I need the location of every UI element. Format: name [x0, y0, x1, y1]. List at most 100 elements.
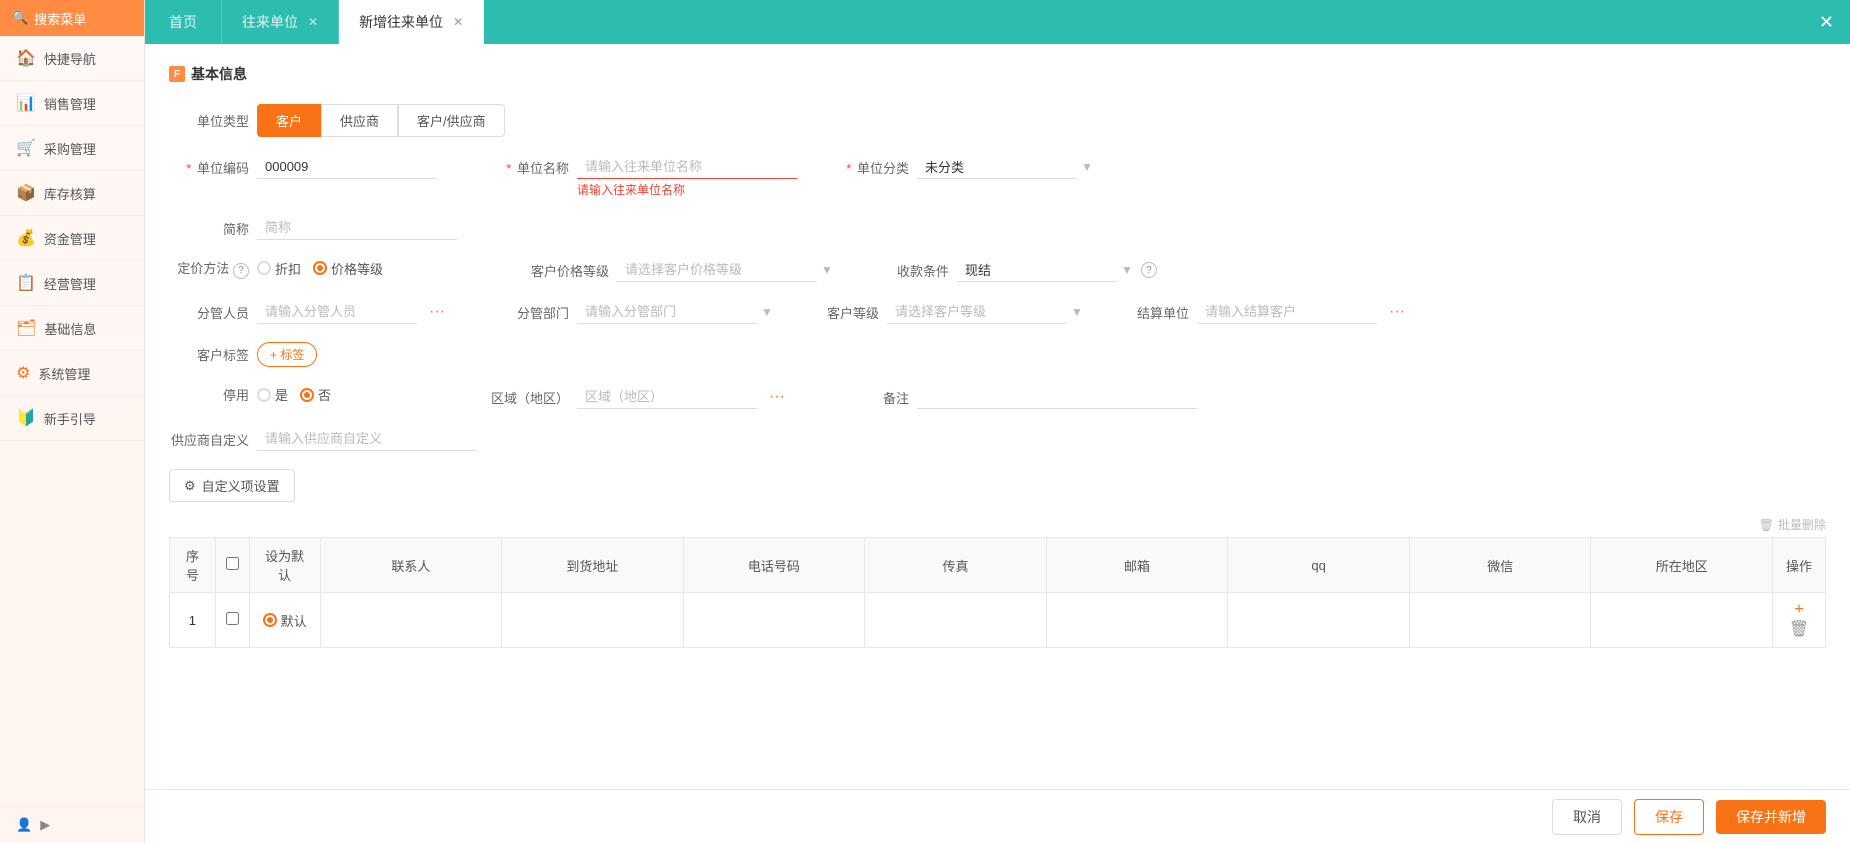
sidebar: 🔍 搜索菜单 🏠 快捷导航 📊 销售管理 🛒 采购管理 📦 库存核算 💰 资金管… [0, 0, 145, 843]
close-all-tabs[interactable]: ✕ [1819, 12, 1834, 33]
customer-price-input[interactable] [617, 258, 817, 282]
sidebar-search[interactable]: 🔍 搜索菜单 [0, 0, 144, 36]
save-new-button[interactable]: 保存并新增 [1716, 800, 1826, 834]
payment-terms-help-icon[interactable]: ? [1141, 262, 1157, 278]
manager-label: 分管人员 [169, 303, 249, 322]
sidebar-item-label: 销售管理 [44, 94, 96, 113]
sidebar-item-inventory[interactable]: 📦 库存核算 [0, 171, 144, 216]
row-delete-btn[interactable]: 🗑 [1789, 619, 1809, 639]
tab-new-partner[interactable]: 新增往来单位 ✕ [339, 0, 484, 44]
row-qq [1228, 593, 1410, 648]
department-label: 分管部门 [489, 303, 569, 322]
col-phone: 电话号码 [683, 538, 865, 593]
cancel-button[interactable]: 取消 [1552, 799, 1622, 835]
sidebar-item-label: 新手引导 [44, 409, 96, 428]
row-email-input[interactable] [1057, 613, 1218, 628]
disabled-radio-yes[interactable]: 是 [257, 385, 288, 404]
department-input[interactable] [577, 300, 757, 324]
unit-name-col: * 单位名称 请输入往来单位名称 [469, 155, 809, 198]
supplier-custom-row: 供应商自定义 [169, 427, 1826, 451]
row-contact-input[interactable] [331, 613, 492, 628]
sidebar-item-label: 系统管理 [38, 364, 90, 383]
tab-partners[interactable]: 往来单位 ✕ [222, 0, 339, 44]
pricing-help-icon[interactable]: ? [233, 263, 249, 279]
col-index: 序号 [170, 538, 216, 593]
unit-code-input[interactable] [257, 155, 437, 179]
tab-new-partner-close[interactable]: ✕ [453, 15, 463, 29]
unit-type-both-btn[interactable]: 客户/供应商 [398, 104, 505, 137]
col-address: 到货地址 [502, 538, 684, 593]
manager-ellipsis-btn[interactable]: ··· [425, 303, 449, 321]
short-name-input[interactable] [257, 216, 457, 240]
pricing-radio-discount[interactable]: 折扣 [257, 259, 301, 278]
sidebar-item-basic[interactable]: 🗂 基础信息 [0, 306, 144, 351]
radio-no-circle [300, 388, 314, 402]
department-select-wrapper: ▼ [577, 300, 773, 324]
select-all-checkbox[interactable] [226, 557, 239, 570]
sidebar-item-sales[interactable]: 📊 销售管理 [0, 81, 144, 126]
pricing-radio-price-level[interactable]: 价格等级 [313, 259, 383, 278]
sidebar-item-guide[interactable]: 🔰 新手引导 [0, 396, 144, 441]
bottom-bar: 取消 保存 保存并新增 [145, 789, 1850, 843]
col-wechat: 微信 [1409, 538, 1591, 593]
customer-level-field: 客户等级 ▼ [779, 300, 1089, 324]
region-ellipsis-btn[interactable]: ··· [765, 388, 789, 406]
customer-tag-field: 客户标签 + 标签 [169, 342, 1826, 367]
batch-delete-area: 🗑 批量删除 [169, 516, 1826, 533]
department-field: 分管部门 ▼ [469, 300, 779, 324]
inventory-icon: 📦 [16, 183, 36, 203]
row-checkbox-input[interactable] [226, 612, 239, 625]
sidebar-item-operations[interactable]: 📋 经营管理 [0, 261, 144, 306]
settlement-unit-ellipsis-btn[interactable]: ··· [1385, 303, 1409, 321]
row-phone-input[interactable] [694, 613, 855, 628]
region-input[interactable] [577, 385, 757, 409]
row-email [1046, 593, 1228, 648]
row-fax [865, 593, 1047, 648]
pricing-method-field: 定价方法 ? 折扣 价格等级 [169, 258, 509, 279]
customer-tag-label: 客户标签 [169, 345, 249, 364]
supplier-custom-input[interactable] [257, 427, 477, 451]
unit-category-select-wrapper[interactable]: ▼ [917, 155, 1093, 179]
row-ops: + 🗑 [1773, 593, 1826, 648]
row-default-radio[interactable]: 默认 [260, 611, 310, 630]
unit-name-input[interactable] [577, 155, 797, 179]
tab-home[interactable]: 首页 [145, 0, 222, 44]
manager-field: 分管人员 ··· [169, 300, 469, 324]
remark-field: 备注 [809, 385, 1826, 409]
sidebar-item-finance[interactable]: 💰 资金管理 [0, 216, 144, 261]
manager-input[interactable] [257, 300, 417, 324]
sidebar-item-label: 库存核算 [44, 184, 96, 203]
unit-type-supplier-btn[interactable]: 供应商 [321, 104, 398, 137]
radio-yes-circle [257, 388, 271, 402]
row-region-input[interactable] [1601, 613, 1762, 628]
sidebar-item-purchase[interactable]: 🛒 采购管理 [0, 126, 144, 171]
row-address-input[interactable] [512, 613, 673, 628]
row-default-circle [263, 613, 277, 627]
remark-input[interactable] [917, 385, 1197, 409]
payment-terms-select-wrapper: ▼ [957, 258, 1133, 282]
row-qq-input[interactable] [1238, 613, 1399, 628]
unit-type-group: 客户 供应商 客户/供应商 [257, 104, 505, 137]
row-fax-input[interactable] [875, 613, 1036, 628]
tab-partners-close[interactable]: ✕ [308, 15, 318, 29]
sidebar-item-system[interactable]: ⚙ 系统管理 [0, 351, 144, 396]
contact-table: 序号 设为默认 联系人 到货地址 电话号码 传真 邮箱 qq 微信 所在地区 操… [169, 537, 1826, 648]
payment-terms-input[interactable] [957, 258, 1117, 282]
row-add-btn[interactable]: + [1794, 601, 1803, 619]
unit-type-customer-btn[interactable]: 客户 [257, 104, 321, 137]
unit-category-input[interactable] [917, 155, 1077, 179]
sidebar-item-quick-nav[interactable]: 🏠 快捷导航 [0, 36, 144, 81]
settlement-unit-input[interactable] [1197, 300, 1377, 324]
customer-level-input[interactable] [887, 300, 1067, 324]
row-wechat-input[interactable] [1420, 613, 1581, 628]
tab-bar: 首页 往来单位 ✕ 新增往来单位 ✕ ✕ [145, 0, 1850, 44]
col-email: 邮箱 [1046, 538, 1228, 593]
custom-settings-btn[interactable]: ⚙ 自定义项设置 [169, 469, 295, 502]
disabled-radio-no[interactable]: 否 [300, 385, 331, 404]
remark-label: 备注 [829, 388, 909, 407]
save-button[interactable]: 保存 [1634, 799, 1704, 835]
add-tag-btn[interactable]: + 标签 [257, 342, 317, 367]
required-star3: * [846, 161, 851, 176]
sales-icon: 📊 [16, 93, 36, 113]
supplier-custom-field: 供应商自定义 [169, 427, 569, 451]
